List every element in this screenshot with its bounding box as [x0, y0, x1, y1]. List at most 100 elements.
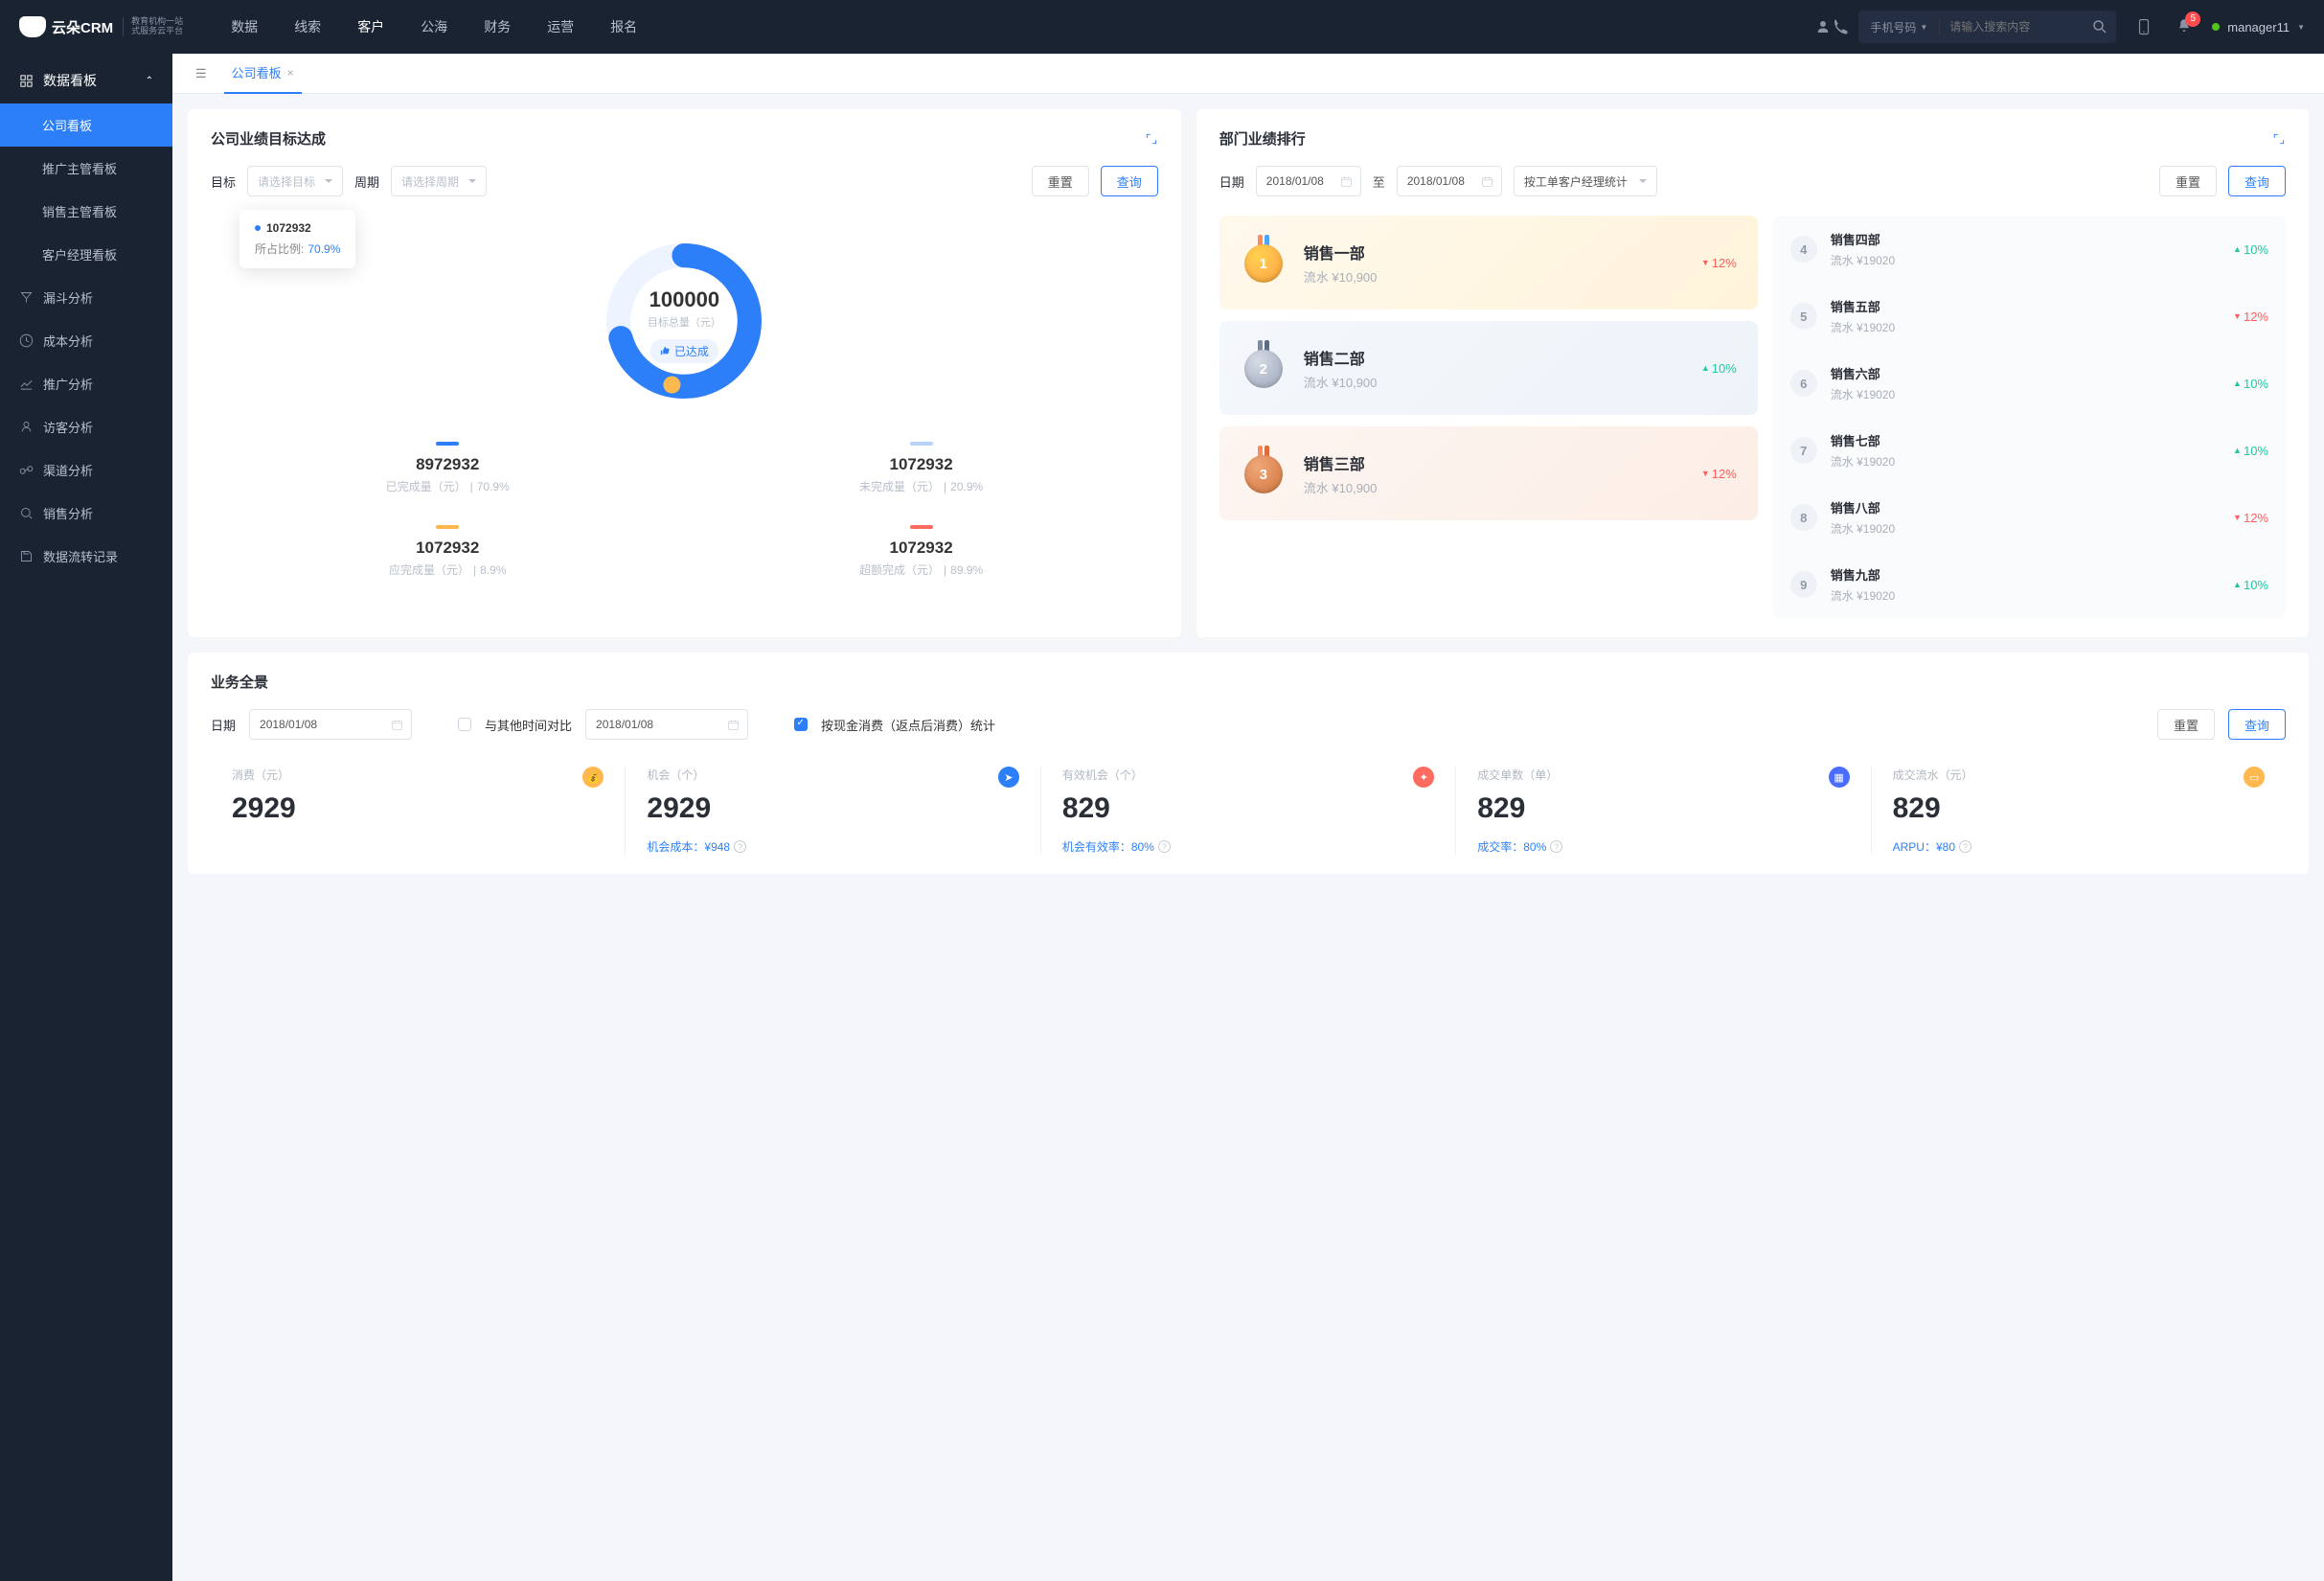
rank-pct: ▲ 10%: [2233, 377, 2268, 391]
tab-close-icon[interactable]: ×: [287, 66, 294, 80]
goal-card: 公司业绩目标达成 目标 请选择目标 周期 请选择周期 重置 查询 1072932…: [188, 109, 1181, 637]
rank-number: 5: [1790, 303, 1817, 330]
nav-link-5[interactable]: 运营: [547, 0, 574, 54]
rank-top-3[interactable]: 3销售三部流水 ¥10,900▼ 12%: [1219, 426, 1758, 520]
rank-name: 销售六部: [1831, 364, 2220, 382]
stat-cell-2: 1072932应完成量（元）|8.9%: [211, 510, 684, 593]
date-sep: 至: [1373, 172, 1385, 191]
calendar-icon: [727, 719, 740, 731]
rank-reset-button[interactable]: 重置: [2159, 166, 2217, 196]
sidebar-leaf-3[interactable]: 访客分析: [0, 405, 172, 448]
overview-date1[interactable]: 2018/01/08: [249, 709, 412, 740]
sidebar-leaf-6[interactable]: 数据流转记录: [0, 535, 172, 578]
donut-total: 100000: [648, 287, 721, 312]
overview-card: 业务全景 日期 2018/01/08 与其他时间对比 2018/01/08 按现…: [188, 653, 2309, 874]
stat-mode-select[interactable]: 按工单客户经理统计: [1514, 166, 1657, 196]
rank-pct: ▼ 12%: [1701, 256, 1737, 270]
nav-link-1[interactable]: 线索: [294, 0, 321, 54]
nav-link-2[interactable]: 客户: [357, 0, 384, 54]
rank-row-7[interactable]: 7销售七部流水 ¥19020▲ 10%: [1773, 417, 2286, 484]
metric-icon: ▭: [2244, 767, 2265, 788]
sidebar-leaf-4[interactable]: 渠道分析: [0, 448, 172, 492]
goal-query-button[interactable]: 查询: [1101, 166, 1158, 196]
help-icon[interactable]: ?: [1158, 840, 1171, 853]
rank-name: 销售七部: [1831, 431, 2220, 449]
search-type-select[interactable]: 手机号码 ▼: [1858, 19, 1940, 35]
rank-top-1[interactable]: 1销售一部流水 ¥10,900▼ 12%: [1219, 216, 1758, 309]
rank-name: 销售四部: [1831, 230, 2220, 248]
stat-cell-1: 1072932未完成量（元）|20.9%: [684, 426, 1157, 510]
metric-2: 有效机会（个）✦829机会有效率：80% ?: [1041, 767, 1456, 855]
mobile-icon[interactable]: [2135, 18, 2153, 35]
sidebar-item-2[interactable]: 销售主管看板: [0, 190, 172, 233]
search-input[interactable]: [1940, 20, 2084, 34]
menu-icon: [19, 549, 34, 563]
sidebar-leaf-2[interactable]: 推广分析: [0, 362, 172, 405]
menu-icon: [19, 377, 34, 391]
expand-icon[interactable]: [1145, 132, 1158, 146]
sidebar-item-0[interactable]: 公司看板: [0, 103, 172, 147]
sidebar: 数据看板 ⌃ 公司看板推广主管看板销售主管看板客户经理看板 漏斗分析成本分析推广…: [0, 54, 172, 1581]
nav-link-0[interactable]: 数据: [231, 0, 258, 54]
help-icon[interactable]: ?: [1959, 840, 1971, 853]
search-button[interactable]: [2084, 18, 2116, 35]
notifications-button[interactable]: 5: [2176, 17, 2193, 37]
stat-bar: [436, 442, 459, 446]
notification-badge: 5: [2185, 11, 2200, 27]
user-icon[interactable]: [1814, 18, 1832, 35]
rank-row-8[interactable]: 8销售八部流水 ¥19020▼ 12%: [1773, 484, 2286, 551]
date-to[interactable]: 2018/01/08: [1397, 166, 1502, 196]
target-label: 目标: [211, 172, 236, 191]
metric-icon: ➤: [998, 767, 1019, 788]
tab-company-board[interactable]: 公司看板 ×: [224, 53, 302, 94]
achieved-badge: 已达成: [650, 339, 718, 363]
calendar-icon: [391, 719, 403, 731]
cloud-icon: [19, 16, 46, 37]
nav-link-6[interactable]: 报名: [610, 0, 637, 54]
sidebar-item-3[interactable]: 客户经理看板: [0, 233, 172, 276]
brand-logo[interactable]: 云朵CRM 教育机构一站 式服务云平台: [19, 16, 183, 37]
overview-date2[interactable]: 2018/01/08: [585, 709, 748, 740]
rank-pct: ▲ 10%: [2233, 578, 2268, 592]
rank-row-4[interactable]: 4销售四部流水 ¥19020▲ 10%: [1773, 216, 2286, 283]
nav-link-3[interactable]: 公海: [421, 0, 447, 54]
sidebar-leaf-5[interactable]: 销售分析: [0, 492, 172, 535]
phone-icon[interactable]: [1832, 18, 1849, 35]
rank-sub: 流水 ¥10,900: [1304, 373, 1684, 391]
metric-icon: 💰: [582, 767, 604, 788]
sidebar-group-dashboard[interactable]: 数据看板 ⌃: [0, 57, 172, 103]
calendar-icon: [1481, 175, 1493, 188]
user-menu[interactable]: manager11 ▼: [2212, 20, 2305, 34]
rank-row-6[interactable]: 6销售六部流水 ¥19020▲ 10%: [1773, 350, 2286, 417]
metric-value: 829: [1062, 792, 1434, 825]
rank-row-9[interactable]: 9销售九部流水 ¥19020▲ 10%: [1773, 551, 2286, 618]
rank-row-5[interactable]: 5销售五部流水 ¥19020▼ 12%: [1773, 283, 2286, 350]
tabs-bar: ☰ 公司看板 ×: [172, 54, 2324, 94]
metric-value: 829: [1477, 792, 1849, 825]
compare-checkbox[interactable]: [458, 718, 471, 731]
help-icon[interactable]: ?: [734, 840, 746, 853]
expand-icon[interactable]: [2272, 132, 2286, 146]
target-select[interactable]: 请选择目标: [247, 166, 343, 196]
period-select[interactable]: 请选择周期: [391, 166, 487, 196]
nav-link-4[interactable]: 财务: [484, 0, 511, 54]
rank-number: 7: [1790, 437, 1817, 464]
goal-reset-button[interactable]: 重置: [1032, 166, 1089, 196]
sidebar-leaf-1[interactable]: 成本分析: [0, 319, 172, 362]
date-from[interactable]: 2018/01/08: [1256, 166, 1361, 196]
menu-icon: [19, 420, 34, 434]
metric-1: 机会（个）➤2929机会成本：¥948 ?: [626, 767, 1040, 855]
rank-number: 9: [1790, 571, 1817, 598]
rank-name: 销售一部: [1304, 241, 1684, 264]
sidebar-item-1[interactable]: 推广主管看板: [0, 147, 172, 190]
cash-checkbox[interactable]: [794, 718, 808, 731]
rank-pct: ▲ 10%: [2233, 444, 2268, 458]
overview-reset-button[interactable]: 重置: [2157, 709, 2215, 740]
rank-query-button[interactable]: 查询: [2228, 166, 2286, 196]
collapse-sidebar-button[interactable]: ☰: [188, 66, 215, 81]
metric-label: 成交单数（单）: [1477, 767, 1849, 783]
help-icon[interactable]: ?: [1550, 840, 1562, 853]
overview-query-button[interactable]: 查询: [2228, 709, 2286, 740]
sidebar-leaf-0[interactable]: 漏斗分析: [0, 276, 172, 319]
rank-top-2[interactable]: 2销售二部流水 ¥10,900▲ 10%: [1219, 321, 1758, 415]
